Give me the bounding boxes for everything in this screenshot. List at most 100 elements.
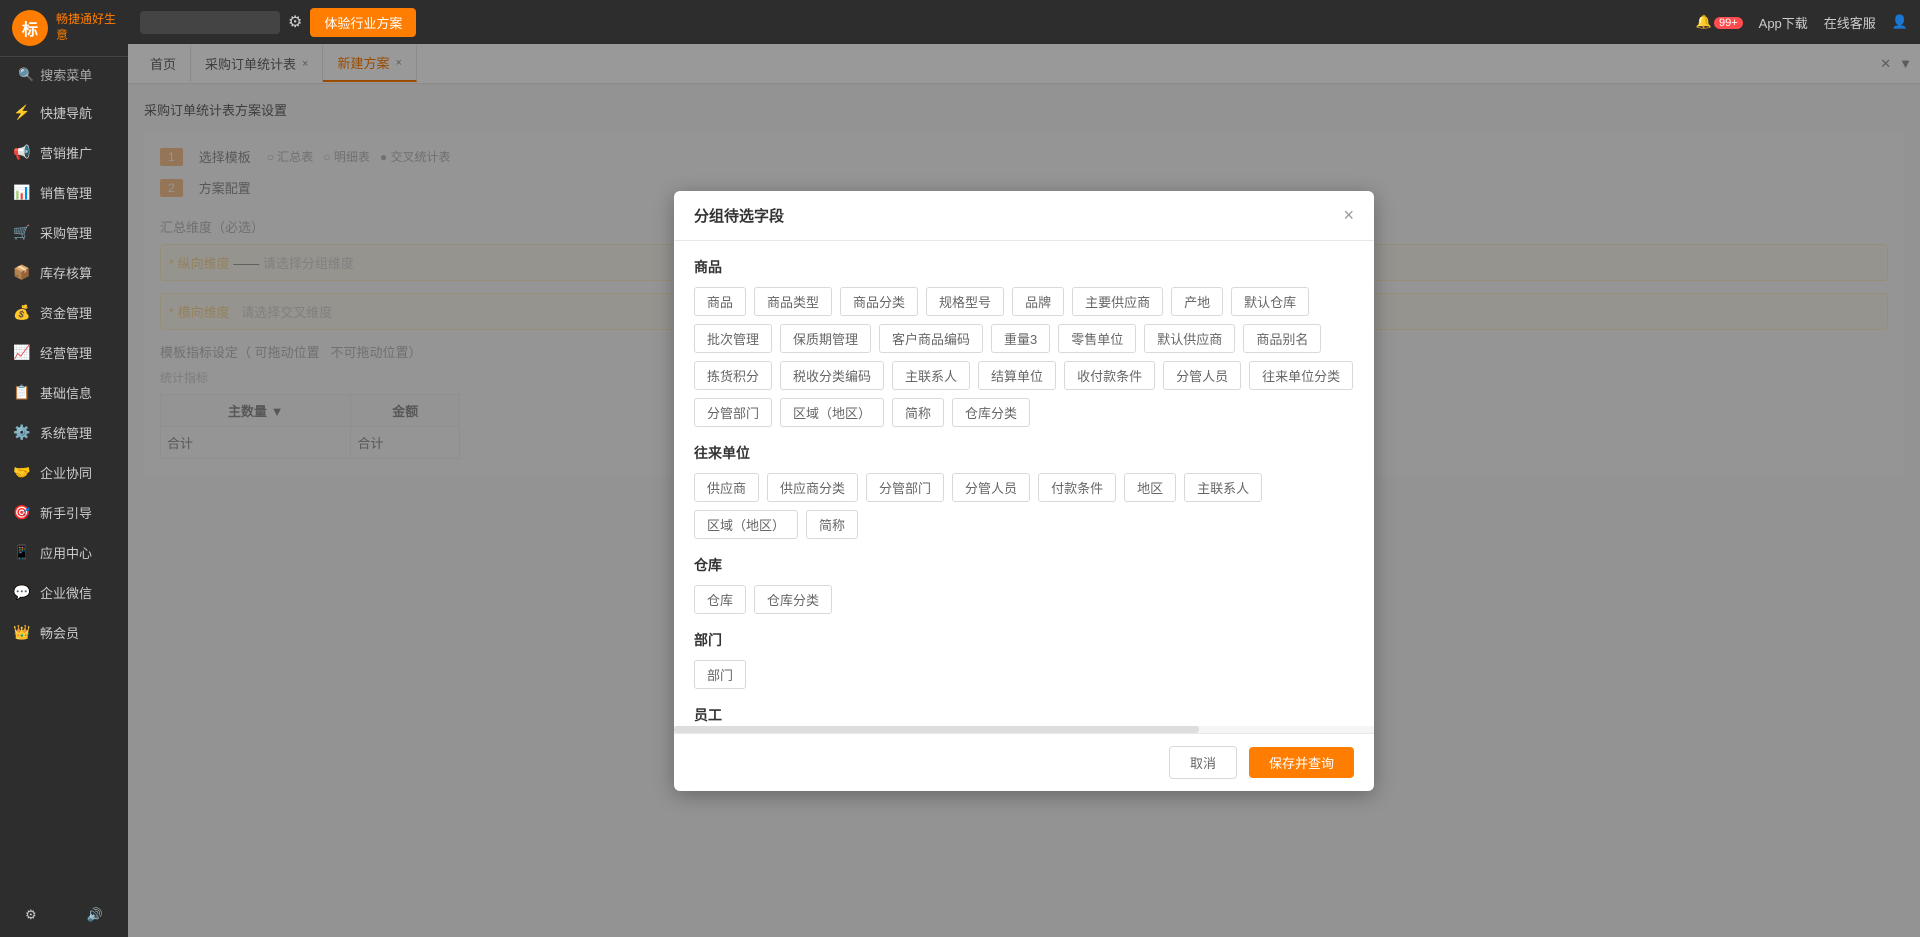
- field-tag-供应商[interactable]: 供应商: [694, 473, 759, 502]
- section-title-partner: 往来单位: [694, 443, 1354, 463]
- field-tag-仓库分类[interactable]: 仓库分类: [754, 585, 832, 614]
- member-icon: 👑: [12, 622, 32, 642]
- field-tag-品牌[interactable]: 品牌: [1012, 287, 1064, 316]
- field-tag-部门[interactable]: 部门: [694, 660, 746, 689]
- sidebar-label-purchase: 采购管理: [40, 223, 92, 242]
- notification-badge: 99+: [1714, 17, 1743, 29]
- sidebar-item-operations[interactable]: 📈 经营管理: [0, 332, 128, 372]
- field-tag-拣货积分[interactable]: 拣货积分: [694, 361, 772, 390]
- user-avatar[interactable]: 👤: [1892, 14, 1908, 30]
- gear-icon[interactable]: ⚙: [288, 12, 302, 32]
- field-tag-仓库分类[interactable]: 仓库分类: [952, 398, 1030, 427]
- online-service-link[interactable]: 在线客服: [1824, 13, 1876, 32]
- field-tag-零售单位[interactable]: 零售单位: [1058, 324, 1136, 353]
- app-download-link[interactable]: App下载: [1759, 13, 1808, 32]
- sidebar-item-sales[interactable]: 📊销售管理: [0, 172, 128, 212]
- sidebar-item-member[interactable]: 👑 畅会员: [0, 612, 128, 652]
- field-tag-商品分类[interactable]: 商品分类: [840, 287, 918, 316]
- field-tag-主要供应商[interactable]: 主要供应商: [1072, 287, 1163, 316]
- field-tag-产地[interactable]: 产地: [1171, 287, 1223, 316]
- field-tag-主联系人[interactable]: 主联系人: [1184, 473, 1262, 502]
- finance-icon: 💰: [12, 302, 32, 322]
- experience-button[interactable]: 体验行业方案: [310, 8, 416, 37]
- sidebar-label-system: 系统管理: [40, 423, 92, 442]
- field-tag-供应商分类[interactable]: 供应商分类: [767, 473, 858, 502]
- save-query-button[interactable]: 保存并查询: [1249, 747, 1354, 778]
- sidebar-label-enterprise: 企业协同: [40, 463, 92, 482]
- modal-close-button[interactable]: ×: [1343, 205, 1354, 226]
- field-tag-商品[interactable]: 商品: [694, 287, 746, 316]
- field-grid-product: 商品商品类型商品分类规格型号品牌主要供应商产地默认仓库批次管理保质期管理客户商品…: [694, 287, 1354, 427]
- field-tag-结算单位[interactable]: 结算单位: [978, 361, 1056, 390]
- sidebar-item-basic-info[interactable]: 📋基础信息: [0, 372, 128, 412]
- sidebar-item-system[interactable]: ⚙️系统管理: [0, 412, 128, 452]
- field-tag-重量3[interactable]: 重量3: [991, 324, 1050, 353]
- modal-title: 分组待选字段: [694, 205, 784, 226]
- sidebar-label-member: 畅会员: [40, 623, 79, 642]
- field-tag-分管人员[interactable]: 分管人员: [952, 473, 1030, 502]
- field-tag-规格型号[interactable]: 规格型号: [926, 287, 1004, 316]
- section-title-warehouse: 仓库: [694, 555, 1354, 575]
- field-tag-分管人员[interactable]: 分管人员: [1163, 361, 1241, 390]
- operations-icon: 📈: [12, 342, 32, 362]
- section-title-department: 部门: [694, 630, 1354, 650]
- sidebar-item-guide[interactable]: 🎯 新手引导: [0, 492, 128, 532]
- settings-icon[interactable]: ⚙: [25, 907, 37, 923]
- field-tag-地区[interactable]: 地区: [1124, 473, 1176, 502]
- field-tag-默认供应商[interactable]: 默认供应商: [1144, 324, 1235, 353]
- sidebar-item-inventory[interactable]: 📦库存核算: [0, 252, 128, 292]
- field-tag-税收分类编码[interactable]: 税收分类编码: [780, 361, 884, 390]
- sidebar-label-operations: 经营管理: [40, 343, 92, 362]
- field-tag-简称[interactable]: 简称: [892, 398, 944, 427]
- audio-icon[interactable]: 🔊: [87, 907, 103, 923]
- sidebar-item-enterprise[interactable]: 🤝 企业协同: [0, 452, 128, 492]
- field-tag-商品别名[interactable]: 商品别名: [1243, 324, 1321, 353]
- field-tag-客户商品编码[interactable]: 客户商品编码: [879, 324, 983, 353]
- field-tag-往来单位分类[interactable]: 往来单位分类: [1249, 361, 1353, 390]
- field-tag-仓库[interactable]: 仓库: [694, 585, 746, 614]
- field-tag-区域（地区）[interactable]: 区域（地区）: [780, 398, 884, 427]
- field-tag-区域（地区）[interactable]: 区域（地区）: [694, 510, 798, 539]
- sidebar-item-wechat[interactable]: 💬企业微信: [0, 572, 128, 612]
- field-tag-分管部门[interactable]: 分管部门: [694, 398, 772, 427]
- search-icon: 🔍: [18, 67, 34, 83]
- sales-icon: 📊: [12, 182, 32, 202]
- field-tag-批次管理[interactable]: 批次管理: [694, 324, 772, 353]
- field-tag-默认仓库[interactable]: 默认仓库: [1231, 287, 1309, 316]
- sidebar-item-purchase[interactable]: 🛒 采购管理: [0, 212, 128, 252]
- guide-icon: 🎯: [12, 502, 32, 522]
- horizontal-scrollbar[interactable]: [674, 726, 1374, 732]
- field-grid-department: 部门: [694, 660, 1354, 689]
- enterprise-icon: 🤝: [12, 462, 32, 482]
- sidebar-item-quick-nav[interactable]: ⚡ 快捷导航: [0, 92, 128, 132]
- field-grid-warehouse: 仓库仓库分类: [694, 585, 1354, 614]
- sidebar-label-quick-nav: 快捷导航: [40, 103, 92, 122]
- sidebar: 标 畅捷通好生意 🔍 搜索菜单 ⚡快捷导航📢营销推广📊销售管理🛒采购管理📦库存核…: [0, 0, 128, 937]
- sidebar-item-app-center[interactable]: 📱应用中心: [0, 532, 128, 572]
- search-menu[interactable]: 🔍 搜索菜单: [0, 57, 128, 92]
- sidebar-label-marketing: 营销推广: [40, 143, 92, 162]
- field-tag-分管部门[interactable]: 分管部门: [866, 473, 944, 502]
- sidebar-item-finance[interactable]: 💰资金管理: [0, 292, 128, 332]
- search-input[interactable]: [150, 15, 270, 30]
- purchase-icon: 🛒: [12, 222, 32, 242]
- wechat-icon: 💬: [12, 582, 32, 602]
- field-tag-付款条件[interactable]: 付款条件: [1038, 473, 1116, 502]
- field-tag-商品类型[interactable]: 商品类型: [754, 287, 832, 316]
- quick-nav-icon: ⚡: [12, 102, 32, 122]
- sidebar-label-basic-info: 基础信息: [40, 383, 92, 402]
- field-tag-简称[interactable]: 简称: [806, 510, 858, 539]
- field-tag-收付款条件[interactable]: 收付款条件: [1064, 361, 1155, 390]
- sidebar-item-marketing[interactable]: 📢 营销推广: [0, 132, 128, 172]
- notification-area[interactable]: 🔔99+: [1696, 14, 1743, 30]
- field-tag-主联系人[interactable]: 主联系人: [892, 361, 970, 390]
- modal-footer: 取消 保存并查询: [674, 733, 1374, 791]
- header-search-box[interactable]: [140, 11, 280, 34]
- field-tag-保质期管理[interactable]: 保质期管理: [780, 324, 871, 353]
- sidebar-label-guide: 新手引导: [40, 503, 92, 522]
- logo-icon: 标: [12, 10, 48, 46]
- section-title-product: 商品: [694, 257, 1354, 277]
- marketing-icon: 📢: [12, 142, 32, 162]
- cancel-button[interactable]: 取消: [1169, 746, 1237, 779]
- field-select-modal: 分组待选字段 × 商品商品商品类型商品分类规格型号品牌主要供应商产地默认仓库批次…: [674, 191, 1374, 791]
